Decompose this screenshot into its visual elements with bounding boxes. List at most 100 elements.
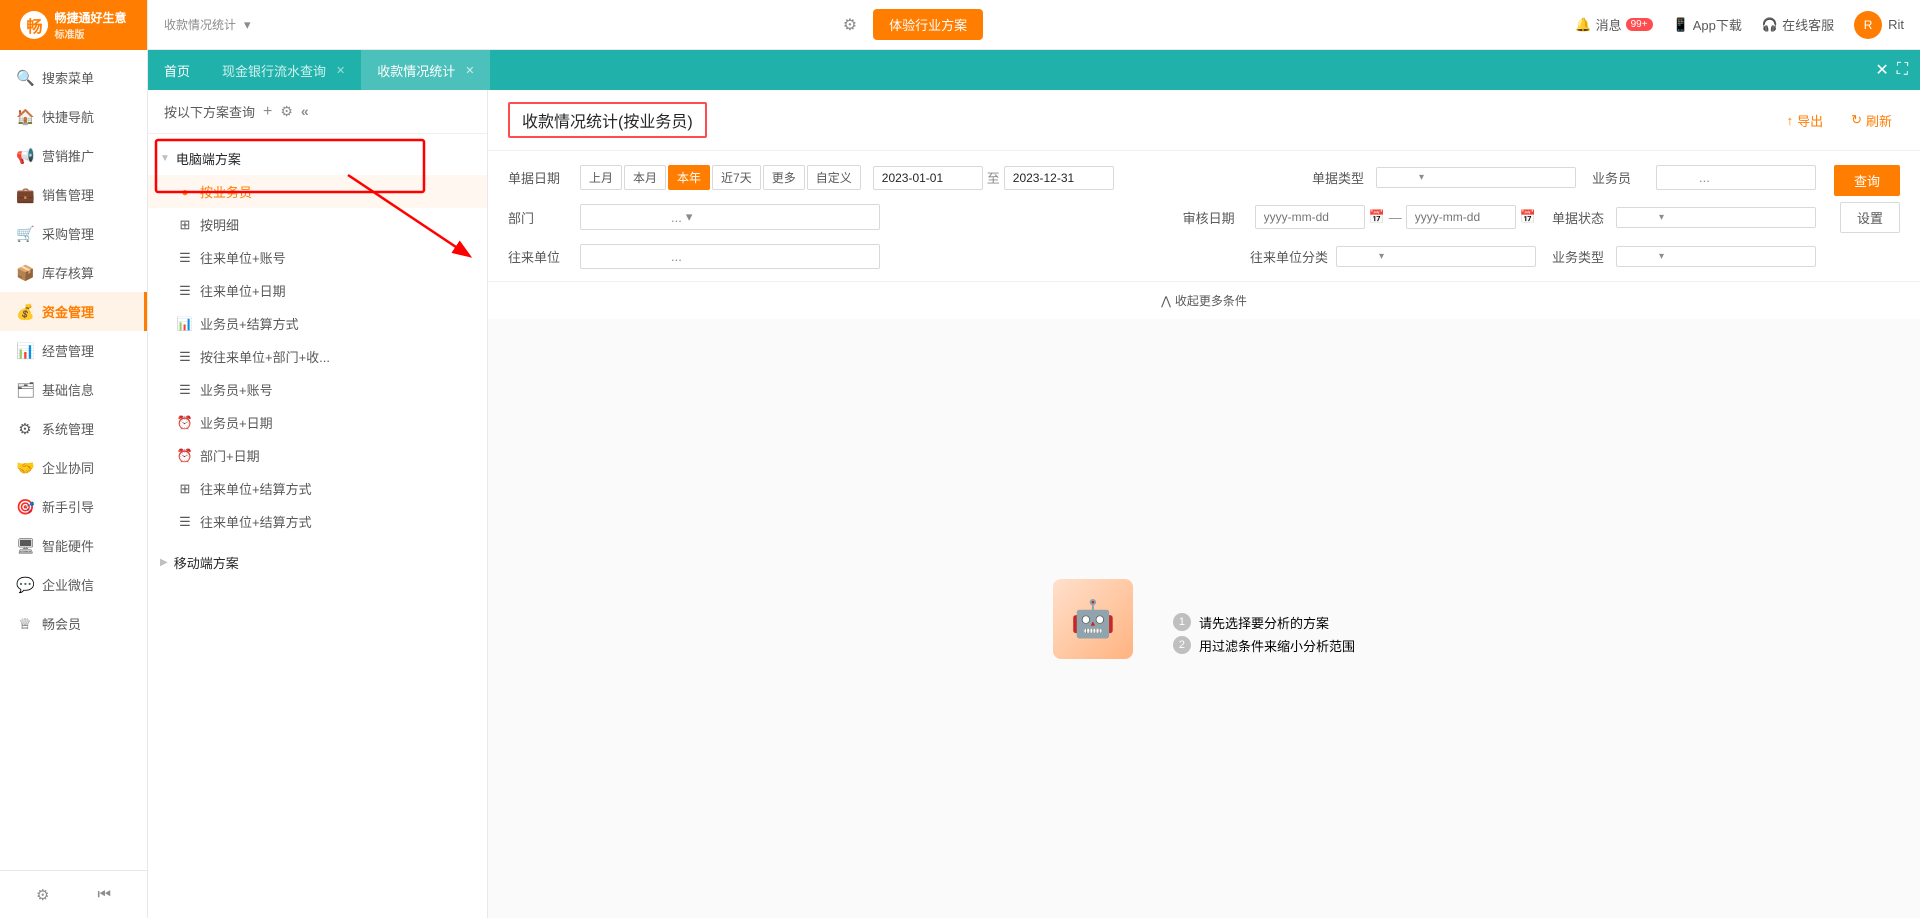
btn-last-month[interactable]: 上月 [580,165,622,190]
sidebar-item-basic-info[interactable]: 🗂 基础信息 [0,370,147,409]
sidebar-item-hardware[interactable]: 🖥 智能硬件 [0,526,147,565]
tab-home-label: 首页 [164,61,190,80]
btn-this-year[interactable]: 本年 [668,165,710,190]
left-panel-header: 按以下方案查询 + ⚙ « [148,90,487,134]
btn-custom-date[interactable]: 自定义 [807,165,861,190]
sidebar-item-quick-nav[interactable]: 🏠 快捷导航 [0,97,147,136]
sidebar-item-inventory[interactable]: 📦 库存核算 [0,253,147,292]
settings-btn[interactable]: 设置 [1840,202,1900,233]
collapse-bar[interactable]: ⋀ 收起更多条件 [488,281,1920,319]
user-info[interactable]: R Rit [1854,11,1904,39]
tree-item-counterpart-calc2[interactable]: ☰ 往来单位+结算方式 [148,505,487,538]
tree-item-counterpart-dept[interactable]: ☰ 按往来单位+部门+收... [148,340,487,373]
inventory-icon: 📦 [16,264,34,282]
tab-bank-flow-label: 现金银行流水查询 [222,61,326,80]
audit-date-range: 📅 — 📅 [1255,205,1536,229]
online-service-item[interactable]: 🎧 在线客服 [1762,15,1834,34]
sidebar-item-operations[interactable]: 📊 经营管理 [0,331,147,370]
sidebar-item-sales[interactable]: 💼 销售管理 [0,175,147,214]
notification-item[interactable]: 🔔 消息 99+ [1575,15,1652,34]
date-to-input[interactable] [1004,166,1114,190]
query-btn[interactable]: 查询 [1834,165,1900,196]
detail-icon: ⊞ [176,217,194,233]
tree-item-label: 业务员+结算方式 [200,314,299,333]
tree-item-counterpart-calc[interactable]: ⊞ 往来单位+结算方式 [148,472,487,505]
sidebar-item-wechat[interactable]: 💬 企业微信 [0,565,147,604]
counterpart-more-icon[interactable]: ... [671,249,682,264]
cc-arrow: ▾ [1379,251,1384,262]
cal-icon-1[interactable]: 📅 [1369,209,1385,225]
refresh-btn[interactable]: ↻ 刷新 [1843,107,1900,134]
topbar-right: 🔔 消息 99+ 📱 App下载 🎧 在线客服 R Rit [1575,11,1904,39]
sidebar-item-label: 销售管理 [42,185,94,204]
tree-item-label: 往来单位+结算方式 [200,479,312,498]
sidebar-item-member[interactable]: ♕ 畅会员 [0,604,147,643]
tree-item-dept-date[interactable]: ⏰ 部门+日期 [148,439,487,472]
tab-close-all-icon[interactable]: ✕ [1875,60,1888,80]
date-separator: 至 [987,168,1000,187]
trial-btn[interactable]: 体验行业方案 [873,9,983,40]
app-download-item[interactable]: 📱 App下载 [1673,15,1742,34]
counterpart-category-select[interactable]: ▾ [1336,246,1536,267]
salesperson-more-icon[interactable]: ... [1699,170,1710,185]
tab-fullscreen-icon[interactable]: ⛶ [1897,61,1908,79]
btn-last-7days[interactable]: 近7天 [712,165,761,190]
tab-collection-stats[interactable]: 收款情况统计 ✕ [361,50,490,90]
sa-icon: ☰ [176,382,194,398]
phone-icon: 📱 [1673,17,1689,33]
dept-select[interactable]: ... ▾ [580,204,880,230]
biz-type-select[interactable]: ▾ [1616,246,1816,267]
sidebar-item-label: 采购管理 [42,224,94,243]
tab-home[interactable]: 首页 [148,50,206,90]
tree-item-salesperson-account[interactable]: ☰ 业务员+账号 [148,373,487,406]
search-menu-icon: 🔍 [16,69,34,87]
audit-date-from[interactable] [1255,205,1365,229]
topbar-gear-icon[interactable]: ⚙ [843,15,857,35]
topbar-dropdown-icon[interactable]: ▾ [244,17,251,33]
tree-item-salesperson[interactable]: ● 按业务员 [148,175,487,208]
sidebar-item-label: 经营管理 [42,341,94,360]
sidebar-item-system[interactable]: ⚙ 系统管理 [0,409,147,448]
sales-icon: 💼 [16,186,34,204]
sidebar-item-search-menu[interactable]: 🔍 搜索菜单 [0,58,147,97]
notification-label: 消息 [1596,15,1622,34]
tree-item-salesperson-calc[interactable]: 📊 业务员+结算方式 [148,307,487,340]
doc-type-select[interactable]: ▾ [1376,167,1576,188]
tree-item-salesperson-date[interactable]: ⏰ 业务员+日期 [148,406,487,439]
salesperson-select[interactable]: ... [1656,165,1816,190]
add-plan-btn[interactable]: + [263,103,272,121]
tree-item-label: 往来单位+结算方式 [200,512,312,531]
tab-collection-stats-close[interactable]: ✕ [465,64,474,77]
sidebar-collapse-btn[interactable]: ⏮ [97,886,111,903]
cc2-icon: ☰ [176,514,194,530]
counterpart-select[interactable]: ... [580,244,880,269]
sidebar-item-finance[interactable]: 💰 资金管理 [0,292,147,331]
btn-this-month[interactable]: 本月 [624,165,666,190]
doc-status-select[interactable]: ▾ [1616,207,1816,228]
counterpart-category-filter: 往来单位分类 ▾ [1250,246,1536,267]
export-btn[interactable]: ↑ 导出 [1779,107,1832,134]
sidebar-settings-btn[interactable]: ⚙ [36,886,49,904]
sidebar-item-guide[interactable]: 🎯 新手引导 [0,487,147,526]
tab-bank-flow[interactable]: 现金银行流水查询 ✕ [206,50,361,90]
audit-date-filter: 审核日期 📅 — 📅 [1183,205,1536,229]
collapse-panel-icon[interactable]: « [301,103,309,121]
tab-bank-flow-close[interactable]: ✕ [336,64,345,77]
btn-more-dates[interactable]: 更多 [763,165,805,190]
sidebar-item-marketing[interactable]: 📢 营销推广 [0,136,147,175]
sidebar-item-label: 营销推广 [42,146,94,165]
date-from-input[interactable] [873,166,983,190]
tree-mobile-arrow: ▶ [160,557,168,568]
tree-item-counterpart-date[interactable]: ☰ 往来单位+日期 [148,274,487,307]
tree-item-detail[interactable]: ⊞ 按明细 [148,208,487,241]
tree-item-counterpart-account[interactable]: ☰ 往来单位+账号 [148,241,487,274]
user-avatar-char: R [1864,18,1873,32]
sidebar-item-label: 新手引导 [42,497,94,516]
audit-date-to[interactable] [1406,205,1516,229]
sidebar-item-enterprise[interactable]: 🤝 企业协同 [0,448,147,487]
plan-settings-icon[interactable]: ⚙ [280,103,293,121]
sidebar-item-purchase[interactable]: 🛒 采购管理 [0,214,147,253]
cal-icon-2[interactable]: 📅 [1520,209,1536,225]
tree-pc-label: 电脑端方案 [176,149,241,168]
dept-more-icon[interactable]: ... [671,210,682,225]
